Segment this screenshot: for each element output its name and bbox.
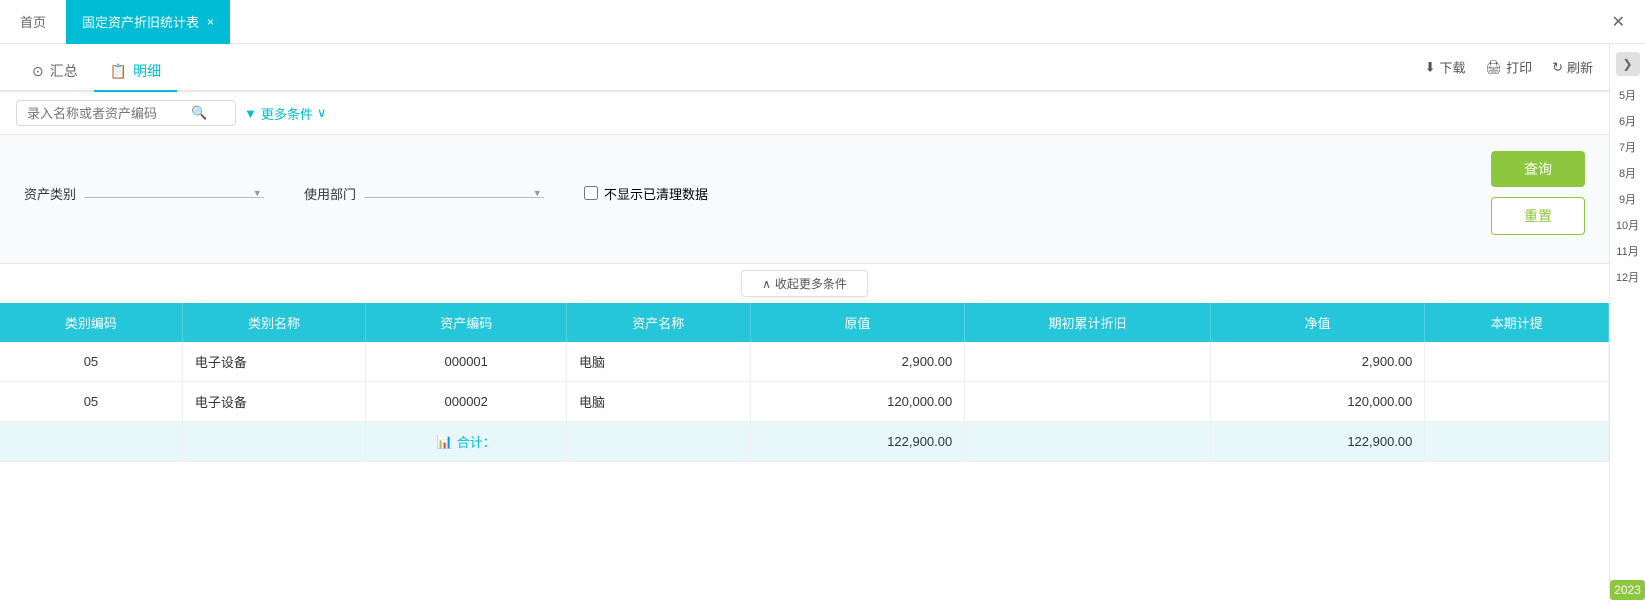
col-accumulated-depreciation: 期初累计折旧 — [965, 303, 1211, 342]
top-nav: 首页 固定资产折旧统计表 × ✕ — [0, 0, 1645, 44]
search-input[interactable] — [27, 106, 187, 121]
refresh-icon: ↻ — [1552, 59, 1563, 75]
cell-accumulated-depreciation — [965, 382, 1211, 422]
download-button[interactable]: ⬇ 下载 — [1425, 58, 1466, 77]
total-original-value: 122,900.00 — [750, 422, 965, 462]
use-department-select[interactable] — [364, 189, 544, 198]
print-label: 打印 — [1506, 58, 1532, 77]
filter-buttons: 查询 重置 — [1491, 151, 1585, 235]
cell-net-value: 2,900.00 — [1210, 342, 1425, 382]
refresh-button[interactable]: ↻ 刷新 — [1552, 58, 1593, 77]
total-row: 📊 合计： 122,900.00 122,900.00 — [0, 422, 1609, 462]
sidebar-month-item[interactable]: 8月 — [1616, 160, 1639, 186]
cell-accumulated-depreciation — [965, 342, 1211, 382]
tab-bar: ⊙ 汇总 📋 明细 ⬇ 下载 🖨 打印 ↻ 刷新 — [0, 44, 1609, 92]
sidebar-month-item[interactable]: 11月 — [1616, 238, 1639, 264]
table-row: 05 电子设备 000002 电脑 120,000.00 120,000.00 — [0, 382, 1609, 422]
right-sidebar: ❯ 5月6月7月8月9月10月11月12月 2023 — [1609, 44, 1645, 604]
search-bar: 🔍 ▼ 更多条件 ∨ — [0, 92, 1609, 135]
col-category-code: 类别编码 — [0, 303, 182, 342]
hide-cleared-label: 不显示已清理数据 — [604, 184, 708, 203]
search-input-wrap[interactable]: 🔍 — [16, 100, 236, 126]
collapse-label: 收起更多条件 — [775, 275, 847, 292]
asset-category-filter: 资产类别 — [24, 184, 264, 203]
col-original-value: 原值 — [750, 303, 965, 342]
cell-category-name: 电子设备 — [182, 342, 366, 382]
col-net-value: 净值 — [1210, 303, 1425, 342]
query-button[interactable]: 查询 — [1491, 151, 1585, 187]
cell-net-value: 120,000.00 — [1210, 382, 1425, 422]
hide-cleared-checkbox-wrap[interactable]: 不显示已清理数据 — [584, 184, 708, 203]
cell-original-value: 2,900.00 — [750, 342, 965, 382]
tab-summary[interactable]: ⊙ 汇总 — [16, 52, 94, 92]
total-icon: 📊 — [437, 434, 453, 450]
more-conditions-button[interactable]: ▼ 更多条件 ∨ — [244, 104, 326, 123]
cell-asset-code: 000002 — [366, 382, 567, 422]
sidebar-arrow-up[interactable]: ❯ — [1616, 52, 1640, 76]
refresh-label: 刷新 — [1567, 58, 1593, 77]
print-button[interactable]: 🖨 打印 — [1486, 58, 1533, 77]
nav-home[interactable]: 首页 — [0, 0, 66, 44]
data-table: 类别编码 类别名称 资产编码 资产名称 原值 期初累计折旧 净值 本期计提 05… — [0, 303, 1609, 462]
nav-tab-close-icon[interactable]: × — [207, 15, 214, 29]
cell-category-code: 05 — [0, 342, 182, 382]
cell-asset-name: 电脑 — [567, 382, 751, 422]
sidebar-month-item[interactable]: 7月 — [1616, 134, 1639, 160]
nav-tab-label: 固定资产折旧统计表 — [82, 12, 199, 31]
col-asset-code: 资产编码 — [366, 303, 567, 342]
content-area: ⊙ 汇总 📋 明细 ⬇ 下载 🖨 打印 ↻ 刷新 — [0, 44, 1645, 604]
print-icon: 🖨 — [1486, 59, 1503, 75]
table-wrap: 类别编码 类别名称 资产编码 资产名称 原值 期初累计折旧 净值 本期计提 05… — [0, 303, 1609, 604]
tab-summary-label: 汇总 — [50, 61, 78, 81]
chevron-down-icon: ∨ — [317, 105, 327, 121]
use-department-label: 使用部门 — [304, 184, 356, 203]
cell-asset-code: 000001 — [366, 342, 567, 382]
filter-icon: ▼ — [244, 106, 257, 121]
table-header-row: 类别编码 类别名称 资产编码 资产名称 原值 期初累计折旧 净值 本期计提 — [0, 303, 1609, 342]
asset-category-select[interactable] — [84, 189, 264, 198]
sidebar-month-item[interactable]: 6月 — [1616, 108, 1639, 134]
use-department-filter: 使用部门 — [304, 184, 544, 203]
window-close-button[interactable]: ✕ — [1612, 12, 1625, 32]
nav-active-tab[interactable]: 固定资产折旧统计表 × — [66, 0, 230, 44]
collapse-button[interactable]: ∧ 收起更多条件 — [741, 270, 868, 297]
search-icon: 🔍 — [191, 105, 207, 121]
more-conditions-label: 更多条件 — [261, 104, 313, 123]
sidebar-months: 5月6月7月8月9月10月11月12月 — [1616, 82, 1639, 290]
hide-cleared-checkbox[interactable] — [584, 186, 598, 200]
filter-row: 资产类别 使用部门 不显示已清理数据 查询 重置 — [24, 151, 1585, 235]
main-panel: ⊙ 汇总 📋 明细 ⬇ 下载 🖨 打印 ↻ 刷新 — [0, 44, 1609, 604]
tab-detail-label: 明细 — [133, 61, 161, 81]
cell-category-name: 电子设备 — [182, 382, 366, 422]
cell-original-value: 120,000.00 — [750, 382, 965, 422]
tab-actions: ⬇ 下载 🖨 打印 ↻ 刷新 — [1425, 58, 1593, 77]
detail-icon: 📋 — [110, 63, 127, 80]
reset-button[interactable]: 重置 — [1491, 197, 1585, 235]
filter-area: 资产类别 使用部门 不显示已清理数据 查询 重置 — [0, 135, 1609, 264]
cell-current-depreciation — [1425, 382, 1609, 422]
sidebar-month-item[interactable]: 12月 — [1616, 264, 1639, 290]
total-net-value: 122,900.00 — [1210, 422, 1425, 462]
sidebar-month-item[interactable]: 10月 — [1616, 212, 1639, 238]
col-current-depreciation: 本期计提 — [1425, 303, 1609, 342]
table-row: 05 电子设备 000001 电脑 2,900.00 2,900.00 — [0, 342, 1609, 382]
cell-asset-name: 电脑 — [567, 342, 751, 382]
sidebar-year-badge[interactable]: 2023 — [1610, 580, 1645, 600]
sidebar-month-item[interactable]: 9月 — [1616, 186, 1639, 212]
collapse-row: ∧ 收起更多条件 — [0, 264, 1609, 303]
asset-category-label: 资产类别 — [24, 184, 76, 203]
collapse-icon: ∧ — [762, 277, 771, 291]
download-icon: ⬇ — [1425, 59, 1436, 75]
cell-current-depreciation — [1425, 342, 1609, 382]
total-current-depreciation — [1425, 422, 1609, 462]
cell-category-code: 05 — [0, 382, 182, 422]
col-category-name: 类别名称 — [182, 303, 366, 342]
col-asset-name: 资产名称 — [567, 303, 751, 342]
total-label: 📊 合计： — [378, 432, 554, 451]
summary-icon: ⊙ — [32, 63, 44, 80]
total-accumulated-depreciation — [965, 422, 1211, 462]
download-label: 下载 — [1440, 58, 1466, 77]
tab-detail[interactable]: 📋 明细 — [94, 52, 177, 92]
sidebar-month-item[interactable]: 5月 — [1616, 82, 1639, 108]
